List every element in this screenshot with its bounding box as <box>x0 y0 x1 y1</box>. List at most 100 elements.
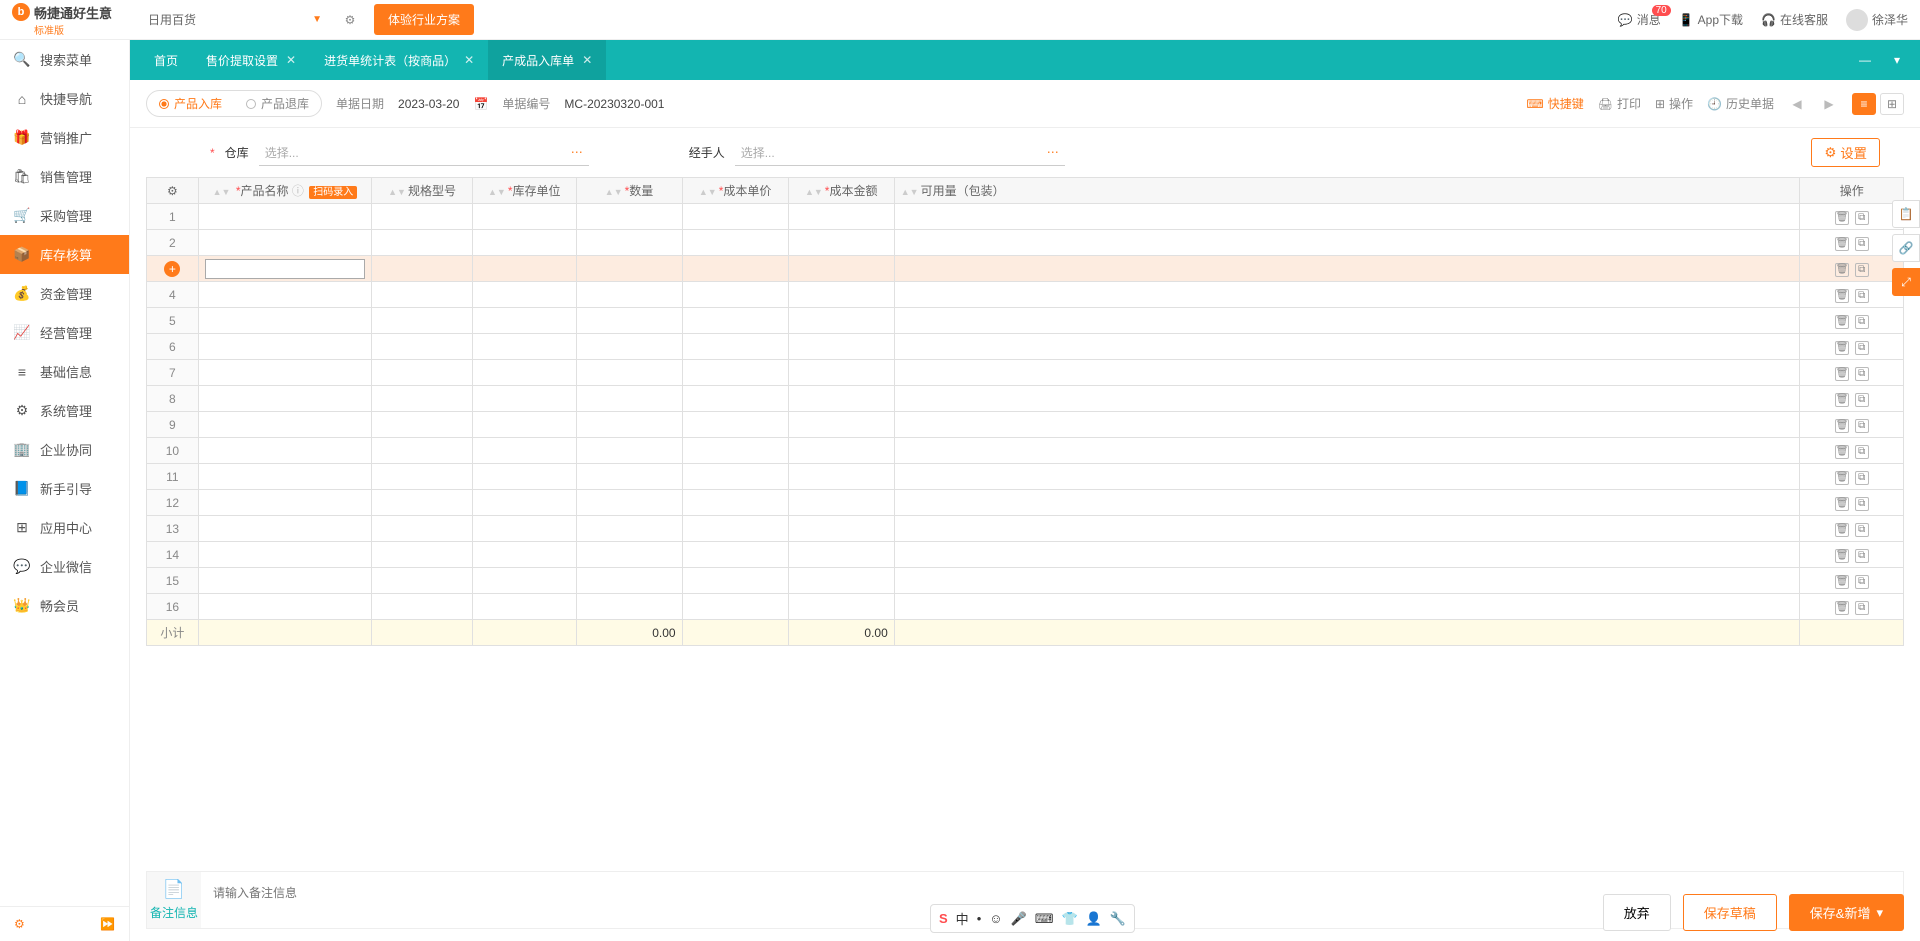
online-service-link[interactable]: 🎧 在线客服 <box>1761 11 1828 28</box>
amount-cell[interactable] <box>788 256 894 282</box>
unit-cell[interactable] <box>473 438 577 464</box>
amount-cell[interactable] <box>788 568 894 594</box>
sidebar-item-12[interactable]: ⊞应用中心 <box>0 508 129 547</box>
next-doc-button[interactable]: ▶ <box>1820 95 1838 113</box>
amount-cell[interactable] <box>788 594 894 620</box>
list-view-button[interactable]: ≡ <box>1852 93 1876 115</box>
sidebar-item-5[interactable]: 📦库存核算 <box>0 235 129 274</box>
store-selector[interactable]: 日用百货 ▼ <box>140 6 330 34</box>
qty-cell[interactable] <box>576 516 682 542</box>
handler-select[interactable]: 选择... ⋯ <box>735 140 1065 166</box>
table-row[interactable]: 11🗑⧉ <box>147 464 1904 490</box>
table-row[interactable]: 1🗑⧉ <box>147 204 1904 230</box>
spec-cell[interactable] <box>372 386 473 412</box>
product-name-cell[interactable] <box>198 282 371 308</box>
available-cell[interactable] <box>894 308 1800 334</box>
unit-cell[interactable] <box>473 386 577 412</box>
save-draft-button[interactable]: 保存草稿 <box>1683 894 1777 931</box>
doc-date-value[interactable]: 2023-03-20 <box>398 97 459 111</box>
copy-row-icon[interactable]: ⧉ <box>1855 419 1869 433</box>
ime-tool-icon[interactable]: 🔧 <box>1110 911 1126 927</box>
user-menu[interactable]: 徐泽华 <box>1846 9 1908 31</box>
close-icon[interactable]: ✕ <box>464 53 474 67</box>
table-row[interactable]: 7🗑⧉ <box>147 360 1904 386</box>
delete-row-icon[interactable]: 🗑 <box>1835 289 1849 303</box>
delete-row-icon[interactable]: 🗑 <box>1835 419 1849 433</box>
unit-cell[interactable] <box>473 516 577 542</box>
unit-cell[interactable] <box>473 204 577 230</box>
available-cell[interactable] <box>894 412 1800 438</box>
product-name-cell[interactable] <box>198 230 371 256</box>
col-product-name[interactable]: ▲▼ *产品名称 ⓘ 扫码录入 <box>198 178 371 204</box>
col-unit[interactable]: ▲▼*库存单位 <box>473 178 577 204</box>
float-note-button[interactable]: 📋 <box>1892 200 1920 228</box>
unit-cell[interactable] <box>473 360 577 386</box>
qty-cell[interactable] <box>576 594 682 620</box>
sidebar-item-10[interactable]: 🏢企业协同 <box>0 430 129 469</box>
price-cell[interactable] <box>682 230 788 256</box>
col-spec[interactable]: ▲▼规格型号 <box>372 178 473 204</box>
ime-skin-icon[interactable]: 👕 <box>1061 911 1077 927</box>
copy-row-icon[interactable]: ⧉ <box>1855 601 1869 615</box>
delete-row-icon[interactable]: 🗑 <box>1835 393 1849 407</box>
spec-cell[interactable] <box>372 334 473 360</box>
amount-cell[interactable] <box>788 308 894 334</box>
available-cell[interactable] <box>894 516 1800 542</box>
table-row[interactable]: 10🗑⧉ <box>147 438 1904 464</box>
spec-cell[interactable] <box>372 256 473 282</box>
table-row[interactable]: 15🗑⧉ <box>147 568 1904 594</box>
shortcut-link[interactable]: ⌨ 快捷键 <box>1526 95 1583 112</box>
table-row[interactable]: 4🗑⧉ <box>147 282 1904 308</box>
spec-cell[interactable] <box>372 464 473 490</box>
app-download-link[interactable]: 📱 App下载 <box>1679 11 1743 28</box>
copy-row-icon[interactable]: ⧉ <box>1855 211 1869 225</box>
delete-row-icon[interactable]: 🗑 <box>1835 341 1849 355</box>
sidebar-item-7[interactable]: 📈经营管理 <box>0 313 129 352</box>
delete-row-icon[interactable]: 🗑 <box>1835 367 1849 381</box>
unit-cell[interactable] <box>473 568 577 594</box>
tab-more-button[interactable]: ▾ <box>1884 47 1910 73</box>
spec-cell[interactable] <box>372 542 473 568</box>
spec-cell[interactable] <box>372 594 473 620</box>
delete-row-icon[interactable]: 🗑 <box>1835 523 1849 537</box>
qty-cell[interactable] <box>576 542 682 568</box>
qty-cell[interactable] <box>576 282 682 308</box>
store-settings-button[interactable]: ⚙ <box>336 6 364 34</box>
available-cell[interactable] <box>894 594 1800 620</box>
qty-cell[interactable] <box>576 230 682 256</box>
copy-row-icon[interactable]: ⧉ <box>1855 471 1869 485</box>
amount-cell[interactable] <box>788 386 894 412</box>
qty-cell[interactable] <box>576 334 682 360</box>
sidebar-item-13[interactable]: 💬企业微信 <box>0 547 129 586</box>
available-cell[interactable] <box>894 334 1800 360</box>
spec-cell[interactable] <box>372 516 473 542</box>
qty-cell[interactable] <box>576 360 682 386</box>
product-name-cell[interactable] <box>198 490 371 516</box>
col-price[interactable]: ▲▼*成本单价 <box>682 178 788 204</box>
price-cell[interactable] <box>682 204 788 230</box>
close-icon[interactable]: ✕ <box>286 53 296 67</box>
ime-keyboard-icon[interactable]: ⌨ <box>1035 911 1054 927</box>
sidebar-item-0[interactable]: 🔍搜索菜单 <box>0 40 129 79</box>
amount-cell[interactable] <box>788 542 894 568</box>
price-cell[interactable] <box>682 438 788 464</box>
table-row[interactable]: 8🗑⧉ <box>147 386 1904 412</box>
copy-row-icon[interactable]: ⧉ <box>1855 445 1869 459</box>
copy-row-icon[interactable]: ⧉ <box>1855 549 1869 563</box>
delete-row-icon[interactable]: 🗑 <box>1835 471 1849 485</box>
spec-cell[interactable] <box>372 490 473 516</box>
add-row-icon[interactable]: + <box>164 261 180 277</box>
price-cell[interactable] <box>682 568 788 594</box>
operate-link[interactable]: ⊞ 操作 <box>1655 95 1693 112</box>
delete-row-icon[interactable]: 🗑 <box>1835 601 1849 615</box>
available-cell[interactable] <box>894 568 1800 594</box>
price-cell[interactable] <box>682 308 788 334</box>
copy-row-icon[interactable]: ⧉ <box>1855 523 1869 537</box>
close-icon[interactable]: ✕ <box>582 53 592 67</box>
sidebar-collapse-icon[interactable]: ⏩ <box>100 917 115 931</box>
product-name-cell[interactable] <box>198 464 371 490</box>
sidebar-item-14[interactable]: 👑畅会员 <box>0 586 129 625</box>
amount-cell[interactable] <box>788 516 894 542</box>
spec-cell[interactable] <box>372 438 473 464</box>
copy-row-icon[interactable]: ⧉ <box>1855 575 1869 589</box>
